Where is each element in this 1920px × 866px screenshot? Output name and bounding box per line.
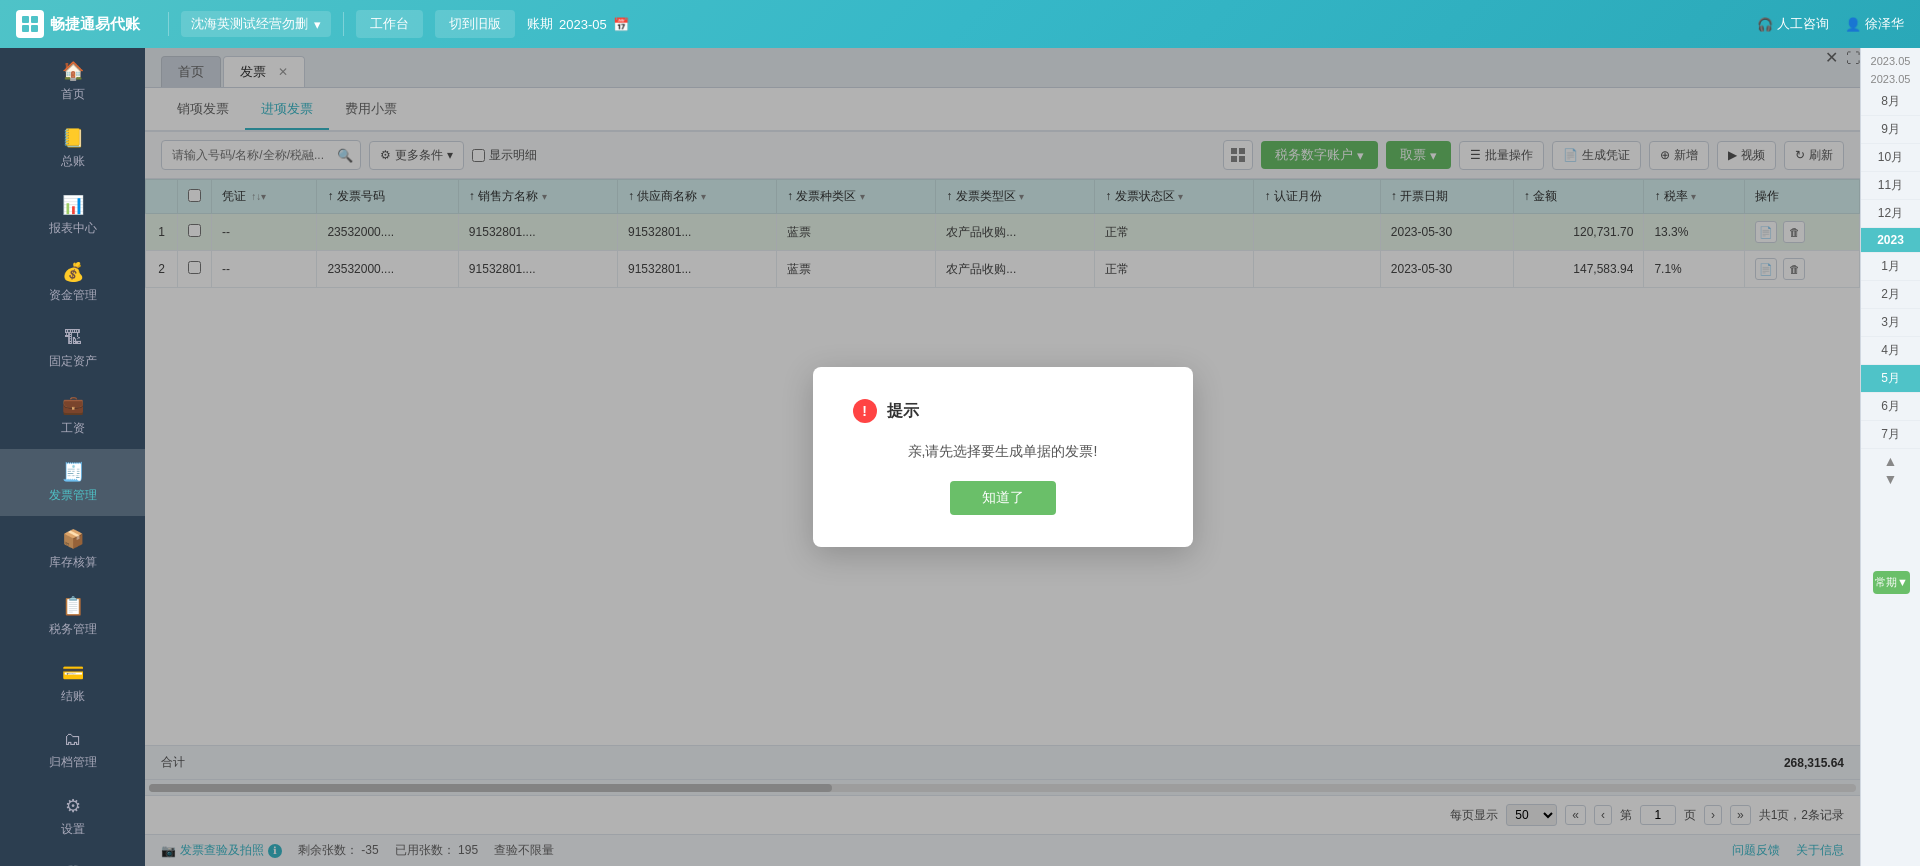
settlement-icon: 💳 bbox=[62, 662, 84, 684]
app-logo: 畅捷通易代账 bbox=[16, 10, 156, 38]
chevron-down-icon: ▾ bbox=[314, 17, 321, 32]
tax-icon: 📋 bbox=[62, 595, 84, 617]
workbench-button[interactable]: 工作台 bbox=[356, 10, 423, 38]
period-header-2: 2023.05 bbox=[1868, 70, 1914, 88]
sidebar-item-reports[interactable]: 📊 报表中心 bbox=[0, 182, 145, 249]
period-item-12[interactable]: 12月 bbox=[1861, 200, 1920, 228]
svg-rect-3 bbox=[31, 25, 38, 32]
period-item-4[interactable]: 4月 bbox=[1861, 337, 1920, 365]
sidebar-item-label: 库存核算 bbox=[49, 554, 97, 571]
period-item-10[interactable]: 10月 bbox=[1861, 144, 1920, 172]
sidebar-item-label: 总账 bbox=[61, 153, 85, 170]
company-selector[interactable]: 沈海英测试经营勿删 ▾ bbox=[181, 11, 331, 37]
top-divider-1 bbox=[168, 12, 169, 36]
sidebar: 🏠 首页 📒 总账 📊 报表中心 💰 资金管理 🏗 固定资产 💼 工资 🧾 发票… bbox=[0, 48, 145, 866]
sidebar-item-settings[interactable]: ⚙ 设置 bbox=[0, 783, 145, 850]
sidebar-item-guide[interactable]: 📖 新手引导 bbox=[0, 850, 145, 866]
wages-icon: 💼 bbox=[62, 394, 84, 416]
guide-icon: 📖 bbox=[62, 862, 84, 866]
svg-rect-2 bbox=[22, 25, 29, 32]
sidebar-item-label: 税务管理 bbox=[49, 621, 97, 638]
sidebar-item-label: 归档管理 bbox=[49, 754, 97, 771]
period-header-1: 2023.05 bbox=[1868, 52, 1914, 70]
period-item-1[interactable]: 1月 bbox=[1861, 253, 1920, 281]
sidebar-item-settlement[interactable]: 💳 结账 bbox=[0, 650, 145, 717]
period-item-5[interactable]: 5月 bbox=[1861, 365, 1920, 393]
support-button[interactable]: 🎧 人工咨询 bbox=[1757, 15, 1829, 33]
sidebar-item-label: 固定资产 bbox=[49, 353, 97, 370]
user-icon: 👤 bbox=[1845, 17, 1861, 32]
modal-ok-button[interactable]: 知道了 bbox=[950, 481, 1056, 515]
expand-period-tab[interactable]: 常期▼ bbox=[1873, 571, 1910, 594]
sidebar-item-label: 结账 bbox=[61, 688, 85, 705]
period-item-11[interactable]: 11月 bbox=[1861, 172, 1920, 200]
sidebar-item-home[interactable]: 🏠 首页 bbox=[0, 48, 145, 115]
logo-icon bbox=[16, 10, 44, 38]
period-panel: 2023.05 2023.05 8月 9月 10月 11月 12月 2023 1… bbox=[1860, 48, 1920, 866]
sidebar-item-wages[interactable]: 💼 工资 bbox=[0, 382, 145, 449]
sidebar-item-ledger[interactable]: 📒 总账 bbox=[0, 115, 145, 182]
assets-icon: 🏗 bbox=[64, 328, 82, 349]
period-item-6[interactable]: 6月 bbox=[1861, 393, 1920, 421]
modal-overlay: ! 提示 亲,请先选择要生成单据的发票! 知道了 bbox=[145, 48, 1860, 866]
period-collapse-up[interactable]: ▲ bbox=[1884, 453, 1898, 469]
period-item-7[interactable]: 7月 bbox=[1861, 421, 1920, 449]
calendar-icon[interactable]: 📅 bbox=[613, 17, 629, 32]
sidebar-item-tax[interactable]: 📋 税务管理 bbox=[0, 583, 145, 650]
sidebar-item-archive[interactable]: 🗂 归档管理 bbox=[0, 717, 145, 783]
top-bar-right: 🎧 人工咨询 👤 徐泽华 bbox=[1757, 15, 1904, 33]
top-divider-2 bbox=[343, 12, 344, 36]
reports-icon: 📊 bbox=[62, 194, 84, 216]
sidebar-item-assets[interactable]: 🏗 固定资产 bbox=[0, 316, 145, 382]
period-item-3[interactable]: 3月 bbox=[1861, 309, 1920, 337]
sidebar-item-inventory[interactable]: 📦 库存核算 bbox=[0, 516, 145, 583]
modal-footer: 知道了 bbox=[950, 481, 1056, 515]
sidebar-item-label: 报表中心 bbox=[49, 220, 97, 237]
sidebar-item-label: 设置 bbox=[61, 821, 85, 838]
sidebar-item-label: 资金管理 bbox=[49, 287, 97, 304]
modal-dialog: ! 提示 亲,请先选择要生成单据的发票! 知道了 bbox=[813, 367, 1193, 547]
period-display: 账期 2023-05 📅 bbox=[527, 15, 629, 33]
headset-icon: 🎧 bbox=[1757, 17, 1773, 32]
switch-old-button[interactable]: 切到旧版 bbox=[435, 10, 515, 38]
sidebar-item-invoices[interactable]: 🧾 发票管理 bbox=[0, 449, 145, 516]
invoices-icon: 🧾 bbox=[62, 461, 84, 483]
settings-icon: ⚙ bbox=[65, 795, 81, 817]
period-collapse-down[interactable]: ▼ bbox=[1884, 471, 1898, 487]
main-layout: 🏠 首页 📒 总账 📊 报表中心 💰 资金管理 🏗 固定资产 💼 工资 🧾 发票… bbox=[0, 48, 1920, 866]
ledger-icon: 📒 bbox=[62, 127, 84, 149]
svg-rect-0 bbox=[22, 16, 29, 23]
period-item-2[interactable]: 2月 bbox=[1861, 281, 1920, 309]
top-bar: 畅捷通易代账 沈海英测试经营勿删 ▾ 工作台 切到旧版 账期 2023-05 📅… bbox=[0, 0, 1920, 48]
sidebar-item-label: 工资 bbox=[61, 420, 85, 437]
funds-icon: 💰 bbox=[62, 261, 84, 283]
sidebar-item-label: 发票管理 bbox=[49, 487, 97, 504]
archive-icon: 🗂 bbox=[64, 729, 82, 750]
period-item-9[interactable]: 9月 bbox=[1861, 116, 1920, 144]
period-item-2023[interactable]: 2023 bbox=[1861, 228, 1920, 253]
modal-body: 亲,请先选择要生成单据的发票! bbox=[908, 443, 1098, 461]
content-area: 首页 发票 ✕ 销项发票 进项发票 费用小票 bbox=[145, 48, 1860, 866]
company-name: 沈海英测试经营勿删 bbox=[191, 15, 308, 33]
home-icon: 🏠 bbox=[62, 60, 84, 82]
sidebar-item-funds[interactable]: 💰 资金管理 bbox=[0, 249, 145, 316]
modal-title: 提示 bbox=[887, 401, 919, 422]
inventory-icon: 📦 bbox=[62, 528, 84, 550]
user-menu[interactable]: 👤 徐泽华 bbox=[1845, 15, 1904, 33]
period-item-8[interactable]: 8月 bbox=[1861, 88, 1920, 116]
sidebar-item-label: 首页 bbox=[61, 86, 85, 103]
modal-warning-icon: ! bbox=[853, 399, 877, 423]
modal-header: ! 提示 bbox=[853, 399, 919, 423]
svg-rect-1 bbox=[31, 16, 38, 23]
